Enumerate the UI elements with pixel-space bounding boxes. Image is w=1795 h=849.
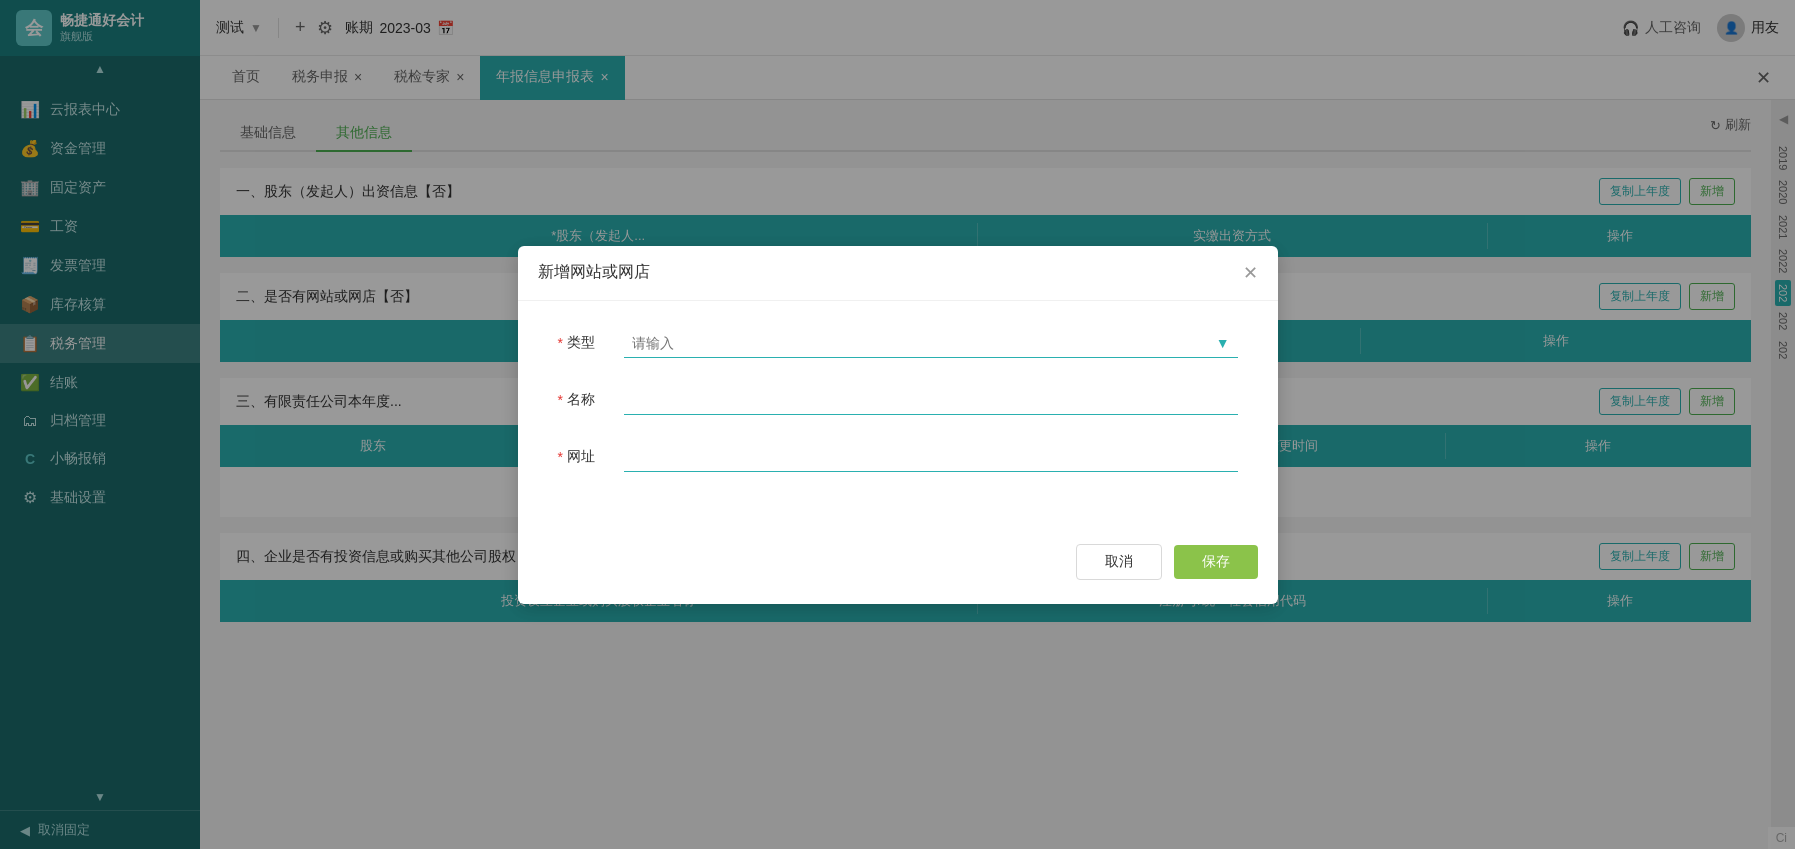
modal-close-btn[interactable]: ✕: [1243, 262, 1258, 284]
modal-overlay: 新增网站或网店 ✕ * 类型 ▼ * 名称: [0, 0, 1795, 849]
modal-title: 新增网站或网店: [538, 262, 650, 283]
select-dropdown-icon: ▼: [1216, 335, 1230, 351]
name-label-text: 名称: [567, 391, 595, 409]
modal-body: * 类型 ▼ * 名称 * 网址: [518, 301, 1278, 528]
form-row-name: * 名称: [558, 386, 1238, 415]
modal-header: 新增网站或网店 ✕: [518, 246, 1278, 301]
modal-footer: 取消 保存: [518, 528, 1278, 604]
url-required-mark: *: [558, 449, 563, 465]
url-input[interactable]: [624, 443, 1238, 472]
url-label: * 网址: [558, 448, 608, 466]
name-input[interactable]: [624, 386, 1238, 415]
save-button[interactable]: 保存: [1174, 545, 1258, 579]
type-required-mark: *: [558, 335, 563, 351]
type-select-wrapper: ▼: [624, 329, 1238, 358]
form-row-url: * 网址: [558, 443, 1238, 472]
form-row-type: * 类型 ▼: [558, 329, 1238, 358]
type-label-text: 类型: [567, 334, 595, 352]
cancel-button[interactable]: 取消: [1076, 544, 1162, 580]
name-label: * 名称: [558, 391, 608, 409]
url-label-text: 网址: [567, 448, 595, 466]
type-label: * 类型: [558, 334, 608, 352]
type-input[interactable]: [624, 329, 1238, 357]
modal-add-website: 新增网站或网店 ✕ * 类型 ▼ * 名称: [518, 246, 1278, 604]
name-required-mark: *: [558, 392, 563, 408]
